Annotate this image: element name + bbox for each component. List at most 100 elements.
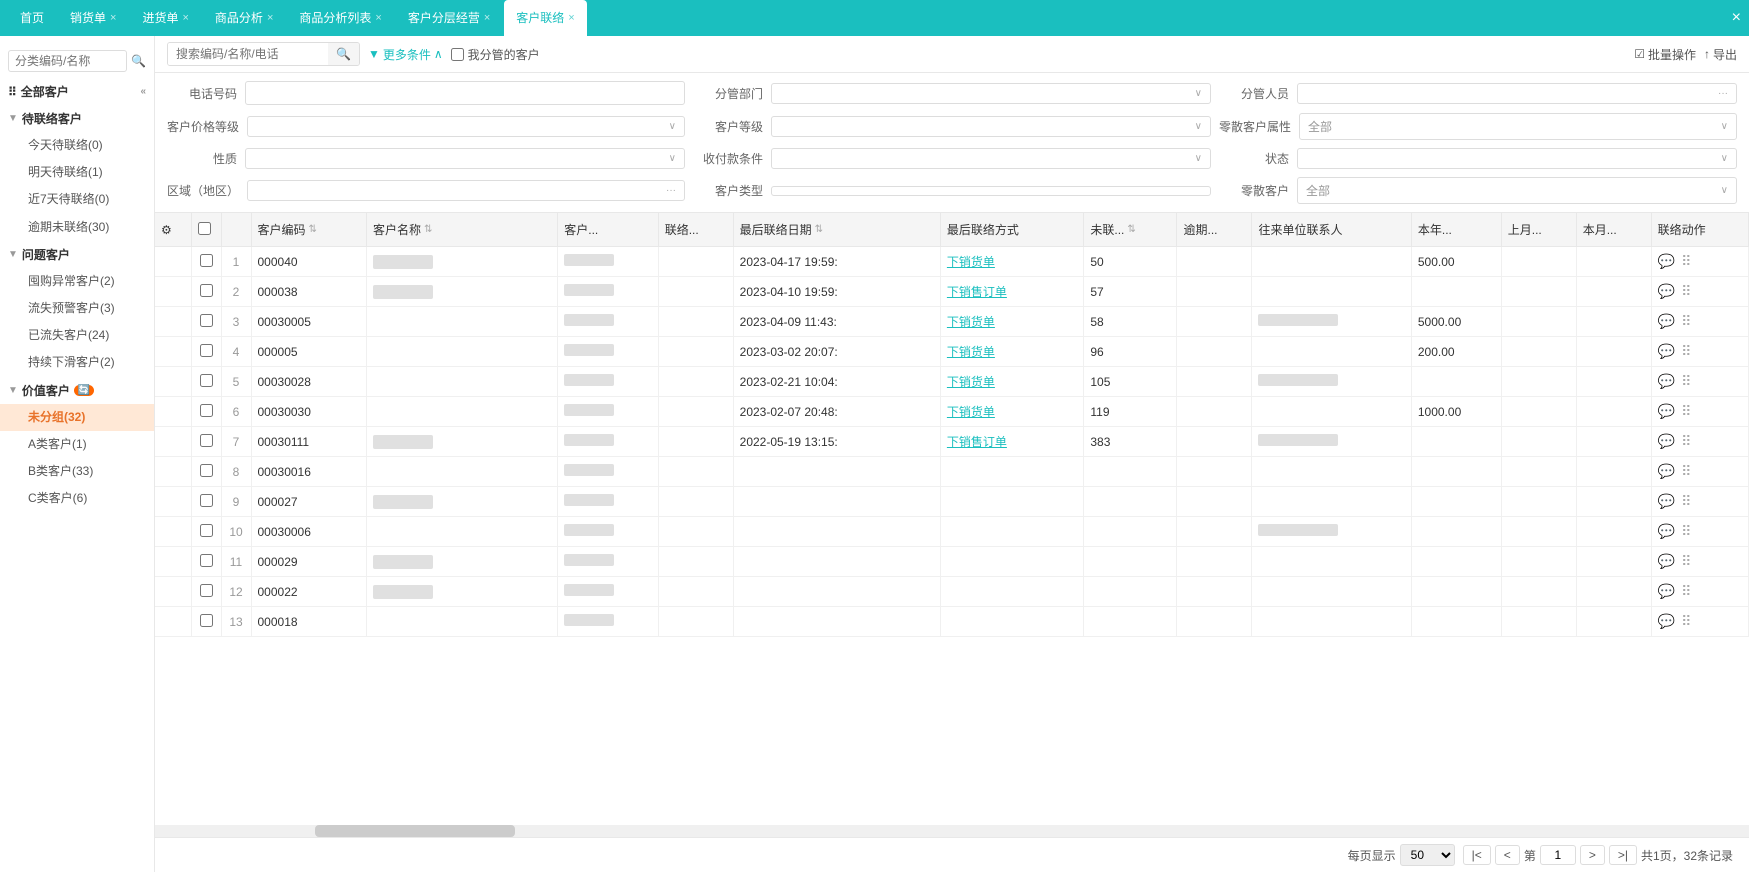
- phone-action-icon[interactable]: 💬: [1658, 403, 1675, 420]
- more-action-icon[interactable]: ⠿: [1681, 433, 1691, 450]
- td-checkbox[interactable]: [191, 307, 221, 337]
- sidebar-item-churn-warning[interactable]: 流失预警客户(3): [0, 295, 154, 322]
- horizontal-scrollbar[interactable]: [155, 825, 1749, 837]
- region-select[interactable]: ···: [247, 180, 685, 201]
- retail-attr-select[interactable]: 全部 ∨: [1299, 113, 1737, 140]
- close-purchase-order[interactable]: ×: [182, 0, 188, 36]
- more-action-icon[interactable]: ⠿: [1681, 493, 1691, 510]
- th-no-contact[interactable]: 未联...⇅: [1084, 213, 1177, 247]
- method-link[interactable]: 下销售订单: [947, 435, 1007, 449]
- customer-type-select[interactable]: [771, 186, 1211, 196]
- more-action-icon[interactable]: ⠿: [1681, 253, 1691, 270]
- select-all-th[interactable]: [191, 213, 221, 247]
- phone-input[interactable]: [245, 81, 685, 105]
- status-select[interactable]: ∨: [1297, 148, 1737, 169]
- phone-action-icon[interactable]: 💬: [1658, 553, 1675, 570]
- phone-action-icon[interactable]: 💬: [1658, 463, 1675, 480]
- th-this-month[interactable]: 本月...: [1576, 213, 1651, 247]
- customer-level-select[interactable]: ∨: [771, 116, 1211, 137]
- nav-customer-tier[interactable]: 客户分层经营 ×: [396, 0, 502, 36]
- more-action-icon[interactable]: ⠿: [1681, 403, 1691, 420]
- nav-sales-order[interactable]: 销货单 ×: [58, 0, 128, 36]
- row-checkbox[interactable]: [200, 314, 213, 327]
- phone-action-icon[interactable]: 💬: [1658, 373, 1675, 390]
- sidebar-search-input[interactable]: [8, 50, 127, 72]
- phone-action-icon[interactable]: 💬: [1658, 583, 1675, 600]
- sidebar-item-class-b[interactable]: B类客户(33): [0, 458, 154, 485]
- first-page-button[interactable]: |<: [1463, 845, 1491, 865]
- sidebar-item-overdue[interactable]: 逾期未联络(30): [0, 214, 154, 241]
- close-customer-contact[interactable]: ×: [568, 0, 574, 36]
- sidebar-value-customers-group[interactable]: ▼ 价值客户 🔄: [0, 377, 154, 404]
- sidebar-item-today[interactable]: 今天待联络(0): [0, 132, 154, 159]
- sidebar-item-ungrouped[interactable]: 未分组(32): [0, 404, 154, 431]
- row-checkbox[interactable]: [200, 524, 213, 537]
- sidebar-item-class-a[interactable]: A类客户(1): [0, 431, 154, 458]
- sidebar-item-7days[interactable]: 近7天待联络(0): [0, 186, 154, 213]
- more-action-icon[interactable]: ⠿: [1681, 523, 1691, 540]
- sidebar-item-tomorrow[interactable]: 明天待联络(1): [0, 159, 154, 186]
- td-checkbox[interactable]: [191, 577, 221, 607]
- row-checkbox[interactable]: [200, 494, 213, 507]
- th-last-date[interactable]: 最后联络日期⇅: [733, 213, 940, 247]
- row-checkbox[interactable]: [200, 464, 213, 477]
- th-this-year[interactable]: 本年...: [1411, 213, 1501, 247]
- sidebar-problem-customers-group[interactable]: ▼ 问题客户: [0, 241, 154, 268]
- row-checkbox[interactable]: [200, 344, 213, 357]
- sidebar-all-customers[interactable]: ⠿ 全部客户 «: [0, 78, 154, 105]
- method-link[interactable]: 下销货单: [947, 405, 995, 419]
- nav-product-analysis[interactable]: 商品分析 ×: [203, 0, 285, 36]
- row-checkbox[interactable]: [200, 284, 213, 297]
- th-last-month[interactable]: 上月...: [1501, 213, 1576, 247]
- td-checkbox[interactable]: [191, 277, 221, 307]
- scrollbar-thumb[interactable]: [315, 825, 515, 837]
- td-checkbox[interactable]: [191, 397, 221, 427]
- sidebar-item-class-c[interactable]: C类客户(6): [0, 485, 154, 512]
- export-button[interactable]: ↑ 导出: [1704, 46, 1737, 63]
- more-filters-button[interactable]: ▼ 更多条件 ∧: [368, 46, 443, 63]
- sidebar-item-declining[interactable]: 持续下滑客户(2): [0, 349, 154, 376]
- person-select[interactable]: ···: [1297, 83, 1737, 104]
- td-checkbox[interactable]: [191, 457, 221, 487]
- sidebar-pending-contact-group[interactable]: ▼ 待联络客户: [0, 105, 154, 132]
- th-overdue[interactable]: 逾期...: [1177, 213, 1252, 247]
- gender-select[interactable]: ∨: [245, 148, 685, 169]
- row-checkbox[interactable]: [200, 434, 213, 447]
- td-checkbox[interactable]: [191, 247, 221, 277]
- retail-customer-select[interactable]: 全部 ∨: [1297, 177, 1737, 204]
- phone-action-icon[interactable]: 💬: [1658, 493, 1675, 510]
- td-checkbox[interactable]: [191, 607, 221, 637]
- more-action-icon[interactable]: ⠿: [1681, 553, 1691, 570]
- nav-purchase-order[interactable]: 进货单 ×: [130, 0, 200, 36]
- th-last-method[interactable]: 最后联络方式: [940, 213, 1083, 247]
- th-contact[interactable]: 联络...: [658, 213, 733, 247]
- phone-action-icon[interactable]: 💬: [1658, 253, 1675, 270]
- settings-th[interactable]: ⚙: [155, 213, 191, 247]
- dept-select[interactable]: ∨: [771, 83, 1211, 104]
- settings-icon[interactable]: ⚙: [161, 223, 172, 237]
- nav-customer-contact[interactable]: 客户联络 ×: [504, 0, 586, 36]
- close-product-analysis-list[interactable]: ×: [375, 0, 381, 36]
- more-action-icon[interactable]: ⠿: [1681, 613, 1691, 630]
- th-type[interactable]: 客户...: [558, 213, 658, 247]
- td-checkbox[interactable]: [191, 487, 221, 517]
- method-link[interactable]: 下销货单: [947, 315, 995, 329]
- more-action-icon[interactable]: ⠿: [1681, 343, 1691, 360]
- method-link[interactable]: 下销货单: [947, 255, 995, 269]
- phone-action-icon[interactable]: 💬: [1658, 343, 1675, 360]
- more-action-icon[interactable]: ⠿: [1681, 373, 1691, 390]
- page-size-select[interactable]: 50 100 200: [1400, 844, 1455, 866]
- prev-page-button[interactable]: <: [1495, 845, 1520, 865]
- row-checkbox[interactable]: [200, 404, 213, 417]
- row-checkbox[interactable]: [200, 584, 213, 597]
- search-button[interactable]: 🔍: [328, 43, 359, 65]
- td-checkbox[interactable]: [191, 517, 221, 547]
- phone-action-icon[interactable]: 💬: [1658, 523, 1675, 540]
- my-customers-checkbox[interactable]: [451, 48, 464, 61]
- th-unit-contact[interactable]: 往来单位联系人: [1252, 213, 1411, 247]
- next-page-button[interactable]: >: [1580, 845, 1605, 865]
- th-code[interactable]: 客户编码⇅: [251, 213, 366, 247]
- sidebar-item-churned[interactable]: 已流失客户(24): [0, 322, 154, 349]
- row-checkbox[interactable]: [200, 614, 213, 627]
- th-name[interactable]: 客户名称⇅: [366, 213, 557, 247]
